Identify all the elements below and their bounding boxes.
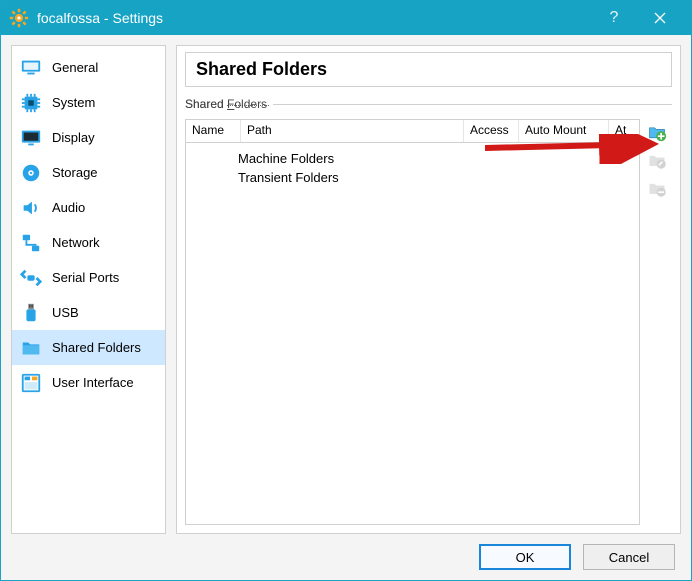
column-access[interactable]: Access (464, 120, 519, 142)
sidebar-item-label: Shared Folders (52, 340, 141, 355)
sidebar-item-audio[interactable]: Audio (12, 190, 165, 225)
network-icon (20, 232, 42, 254)
main-panel: Shared Folders Shared Shared Folders Nam… (176, 45, 681, 534)
column-path[interactable]: Path (241, 120, 464, 142)
usb-icon (20, 302, 42, 324)
help-button[interactable]: ? (591, 1, 637, 35)
column-auto-mount[interactable]: Auto Mount (519, 120, 609, 142)
sidebar-item-label: Display (52, 130, 95, 145)
monitor-icon (20, 57, 42, 79)
shared-folders-table[interactable]: Name Path Access Auto Mount At Machine F… (185, 119, 640, 525)
titlebar: focalfossa - Settings ? (1, 1, 691, 35)
folder-icon (20, 337, 42, 359)
table-section-transient-folders[interactable]: Transient Folders (186, 168, 639, 187)
sidebar-item-storage[interactable]: Storage (12, 155, 165, 190)
speaker-icon (20, 197, 42, 219)
sidebar-item-label: System (52, 95, 95, 110)
sidebar-item-label: USB (52, 305, 79, 320)
cancel-button[interactable]: Cancel (583, 544, 675, 570)
table-header: Name Path Access Auto Mount At (186, 120, 639, 143)
sidebar-item-shared-folders[interactable]: Shared Folders (12, 330, 165, 365)
sidebar-item-label: Network (52, 235, 100, 250)
chip-icon (20, 92, 42, 114)
remove-shared-folder-button (646, 177, 668, 199)
table-section-machine-folders[interactable]: Machine Folders (186, 149, 639, 168)
add-shared-folder-button[interactable] (646, 121, 668, 143)
sidebar-item-label: Storage (52, 165, 98, 180)
sidebar-item-label: General (52, 60, 98, 75)
sidebar-item-general[interactable]: General (12, 50, 165, 85)
table-body: Machine Folders Transient Folders (186, 143, 639, 524)
sidebar-item-network[interactable]: Network (12, 225, 165, 260)
settings-window: focalfossa - Settings ? General System (0, 0, 692, 581)
close-button[interactable] (637, 1, 683, 35)
window-title: focalfossa - Settings (37, 10, 591, 26)
sidebar-item-usb[interactable]: USB (12, 295, 165, 330)
serial-port-icon (20, 267, 42, 289)
content-area: General System Display Storage (1, 35, 691, 534)
column-at[interactable]: At (609, 120, 639, 142)
sidebar-item-display[interactable]: Display (12, 120, 165, 155)
sidebar-item-serial-ports[interactable]: Serial Ports (12, 260, 165, 295)
column-name[interactable]: Name (186, 120, 241, 142)
disk-icon (20, 162, 42, 184)
sidebar-item-label: Serial Ports (52, 270, 119, 285)
gear-icon (9, 8, 29, 28)
folders-area: Name Path Access Auto Mount At Machine F… (185, 119, 672, 525)
ui-icon (20, 372, 42, 394)
edit-shared-folder-button (646, 149, 668, 171)
sidebar-item-label: User Interface (52, 375, 134, 390)
dialog-buttons: OK Cancel (1, 534, 691, 580)
ok-button[interactable]: OK (479, 544, 571, 570)
sidebar-item-system[interactable]: System (12, 85, 165, 120)
page-title: Shared Folders (185, 52, 672, 87)
folder-tool-buttons (646, 119, 672, 525)
settings-sidebar: General System Display Storage (11, 45, 166, 534)
sidebar-item-user-interface[interactable]: User Interface (12, 365, 165, 400)
sidebar-item-label: Audio (52, 200, 85, 215)
display-icon (20, 127, 42, 149)
